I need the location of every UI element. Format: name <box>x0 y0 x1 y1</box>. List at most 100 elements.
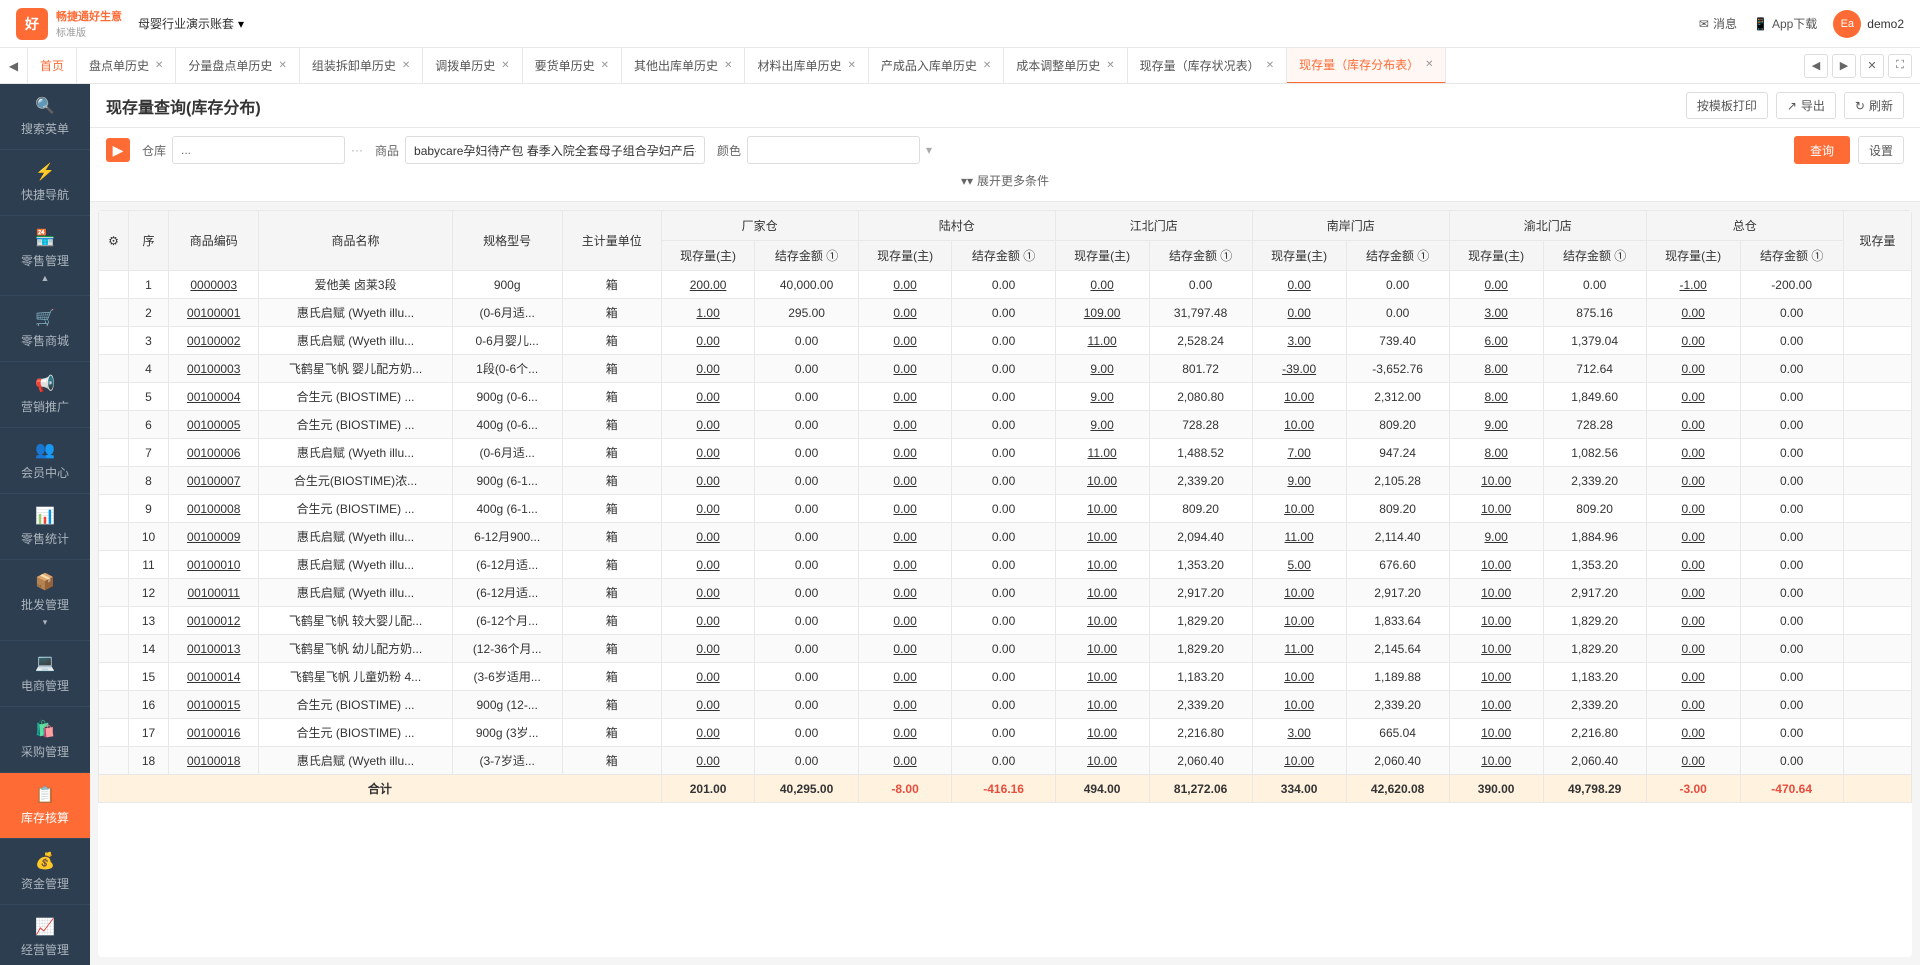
td-lc-qty[interactable]: 0.00 <box>858 299 952 327</box>
td-fj-qty[interactable]: 0.00 <box>661 495 755 523</box>
td-fj-qty[interactable]: 0.00 <box>661 523 755 551</box>
td-na-qty[interactable]: 10.00 <box>1252 747 1346 775</box>
close-icon[interactable]: ✕ <box>501 60 509 71</box>
td-fj-qty[interactable]: 200.00 <box>661 271 755 299</box>
user-menu[interactable]: Ea demo2 <box>1833 10 1904 38</box>
td-yb-qty[interactable]: 10.00 <box>1449 467 1543 495</box>
tab-stock8[interactable]: 产成品入库单历史 ✕ <box>869 48 1004 84</box>
warehouse-input[interactable] <box>172 136 345 164</box>
td-code[interactable]: 00100009 <box>169 523 259 551</box>
td-total-qty[interactable]: 0.00 <box>1646 523 1740 551</box>
td-total-qty[interactable]: 0.00 <box>1646 719 1740 747</box>
td-yb-qty[interactable]: 8.00 <box>1449 383 1543 411</box>
sidebar-item-inventory[interactable]: 📋 库存核算 <box>0 773 90 839</box>
td-na-qty[interactable]: 0.00 <box>1252 271 1346 299</box>
td-yb-qty[interactable]: 8.00 <box>1449 355 1543 383</box>
settings-btn[interactable]: 设置 <box>1858 136 1904 164</box>
td-code[interactable]: 00100005 <box>169 411 259 439</box>
tab-stock2[interactable]: 分量盘点单历史 ✕ <box>176 48 299 84</box>
message-btn[interactable]: ✉ 消息 <box>1699 15 1737 32</box>
td-code[interactable]: 00100003 <box>169 355 259 383</box>
sidebar-item-member[interactable]: 👥 会员中心 <box>0 428 90 494</box>
td-jb-qty[interactable]: 109.00 <box>1055 299 1149 327</box>
td-na-qty[interactable]: -39.00 <box>1252 355 1346 383</box>
td-total-qty[interactable]: 0.00 <box>1646 691 1740 719</box>
td-code[interactable]: 00100014 <box>169 663 259 691</box>
td-jb-qty[interactable]: 10.00 <box>1055 495 1149 523</box>
td-yb-qty[interactable]: 3.00 <box>1449 299 1543 327</box>
sidebar-item-ecommerce[interactable]: 💻 电商管理 <box>0 641 90 707</box>
td-jb-qty[interactable]: 10.00 <box>1055 747 1149 775</box>
tab-stock7[interactable]: 材料出库单历史 ✕ <box>745 48 868 84</box>
sidebar-item-retail[interactable]: 🏪 零售管理 ▲ <box>0 216 90 296</box>
td-jb-qty[interactable]: 10.00 <box>1055 579 1149 607</box>
td-total-qty[interactable]: 0.00 <box>1646 607 1740 635</box>
expand-conditions-btn[interactable]: ▾▾ 展开更多条件 <box>106 168 1904 193</box>
tab-fullscreen-btn[interactable]: ⛶ <box>1888 54 1912 78</box>
color-input[interactable] <box>747 136 920 164</box>
td-total-qty[interactable]: 0.00 <box>1646 327 1740 355</box>
tab-stock11[interactable]: 现存量（库存分布表） ✕ <box>1287 48 1446 84</box>
td-code[interactable]: 00100013 <box>169 635 259 663</box>
td-code[interactable]: 00100008 <box>169 495 259 523</box>
td-fj-qty[interactable]: 0.00 <box>661 663 755 691</box>
td-lc-qty[interactable]: 0.00 <box>858 551 952 579</box>
td-jb-qty[interactable]: 11.00 <box>1055 327 1149 355</box>
tab-right-btn[interactable]: ▶ <box>1832 54 1856 78</box>
td-lc-qty[interactable]: 0.00 <box>858 327 952 355</box>
td-yb-qty[interactable]: 6.00 <box>1449 327 1543 355</box>
td-total-qty[interactable]: 0.00 <box>1646 495 1740 523</box>
product-input[interactable] <box>405 136 705 164</box>
td-fj-qty[interactable]: 0.00 <box>661 439 755 467</box>
td-fj-qty[interactable]: 0.00 <box>661 551 755 579</box>
tab-stock5[interactable]: 要货单历史 ✕ <box>523 48 622 84</box>
td-yb-qty[interactable]: 10.00 <box>1449 747 1543 775</box>
td-na-qty[interactable]: 7.00 <box>1252 439 1346 467</box>
close-icon[interactable]: ✕ <box>601 60 609 71</box>
td-na-qty[interactable]: 11.00 <box>1252 635 1346 663</box>
td-jb-qty[interactable]: 9.00 <box>1055 355 1149 383</box>
td-na-qty[interactable]: 10.00 <box>1252 495 1346 523</box>
tab-stock4[interactable]: 调拨单历史 ✕ <box>423 48 522 84</box>
td-yb-qty[interactable]: 9.00 <box>1449 523 1543 551</box>
td-code[interactable]: 00100004 <box>169 383 259 411</box>
close-icon[interactable]: ✕ <box>724 60 732 71</box>
td-code[interactable]: 00100015 <box>169 691 259 719</box>
td-jb-qty[interactable]: 10.00 <box>1055 551 1149 579</box>
td-lc-qty[interactable]: 0.00 <box>858 523 952 551</box>
tab-close-all-btn[interactable]: ✕ <box>1860 54 1884 78</box>
td-lc-qty[interactable]: 0.00 <box>858 747 952 775</box>
td-lc-qty[interactable]: 0.00 <box>858 411 952 439</box>
td-jb-qty[interactable]: 10.00 <box>1055 663 1149 691</box>
td-total-qty[interactable]: 0.00 <box>1646 635 1740 663</box>
td-code[interactable]: 00100002 <box>169 327 259 355</box>
td-total-qty[interactable]: 0.00 <box>1646 747 1740 775</box>
td-na-qty[interactable]: 10.00 <box>1252 383 1346 411</box>
sidebar-item-finance[interactable]: 💰 资金管理 <box>0 839 90 905</box>
close-icon[interactable]: ✕ <box>402 60 410 71</box>
td-na-qty[interactable]: 10.00 <box>1252 691 1346 719</box>
tab-prev-btn[interactable]: ◀ <box>0 48 28 84</box>
export-btn[interactable]: ↗ 导出 <box>1776 92 1836 119</box>
td-code[interactable]: 00100006 <box>169 439 259 467</box>
tab-stock3[interactable]: 组装拆卸单历史 ✕ <box>300 48 423 84</box>
sidebar-item-retail-stat[interactable]: 📊 零售统计 <box>0 494 90 560</box>
td-na-qty[interactable]: 10.00 <box>1252 663 1346 691</box>
td-yb-qty[interactable]: 10.00 <box>1449 663 1543 691</box>
td-total-qty[interactable]: 0.00 <box>1646 439 1740 467</box>
td-fj-qty[interactable]: 0.00 <box>661 327 755 355</box>
td-lc-qty[interactable]: 0.00 <box>858 495 952 523</box>
refresh-btn[interactable]: ↻ 刷新 <box>1844 92 1904 119</box>
expand-toggle-btn[interactable]: ▶ <box>106 138 130 162</box>
td-yb-qty[interactable]: 10.00 <box>1449 495 1543 523</box>
td-yb-qty[interactable]: 0.00 <box>1449 271 1543 299</box>
td-lc-qty[interactable]: 0.00 <box>858 607 952 635</box>
close-icon[interactable]: ✕ <box>278 60 286 71</box>
td-total-qty[interactable]: 0.00 <box>1646 579 1740 607</box>
td-na-qty[interactable]: 3.00 <box>1252 327 1346 355</box>
td-jb-qty[interactable]: 10.00 <box>1055 607 1149 635</box>
td-na-qty[interactable]: 9.00 <box>1252 467 1346 495</box>
td-jb-qty[interactable]: 10.00 <box>1055 635 1149 663</box>
td-code[interactable]: 00100001 <box>169 299 259 327</box>
td-fj-qty[interactable]: 0.00 <box>661 579 755 607</box>
